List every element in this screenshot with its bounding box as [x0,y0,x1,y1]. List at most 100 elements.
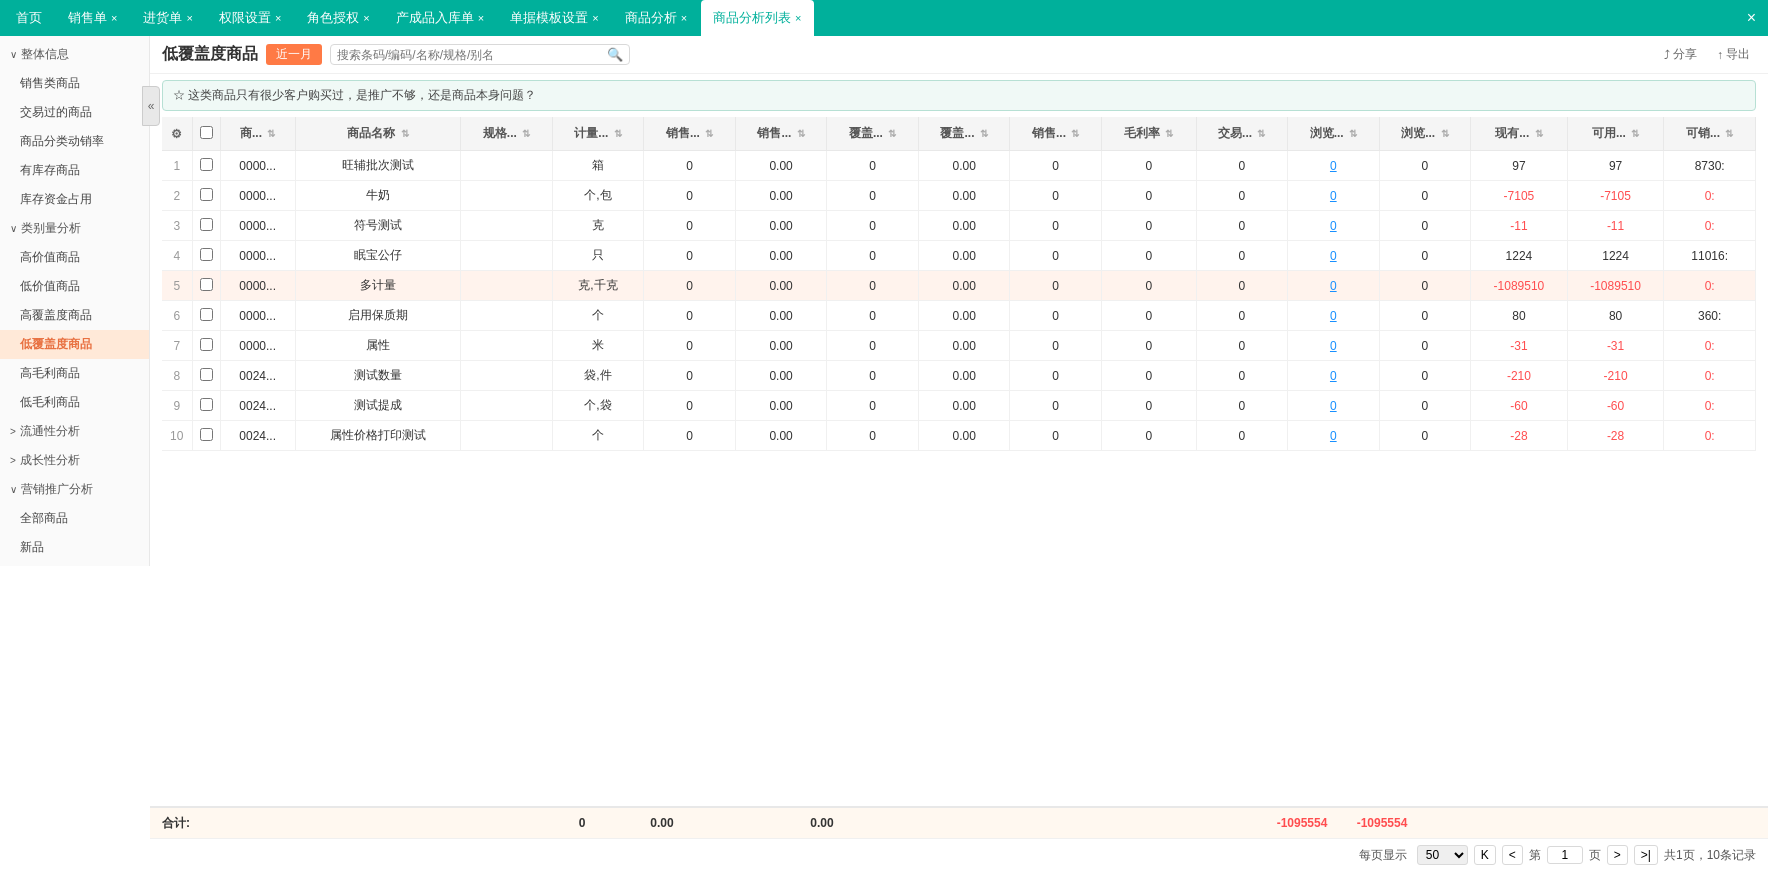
sidebar-item-low-value[interactable]: 低价值商品 [0,272,149,301]
sidebar-item-category-rate[interactable]: 商品分类动销率 [0,127,149,156]
col-sales-count[interactable]: 销售... ⇅ [644,117,736,151]
sidebar-collapse-btn[interactable]: « [142,86,160,126]
row-checkbox[interactable] [200,188,213,201]
nav-close-sales[interactable]: × [111,12,117,24]
select-all-checkbox[interactable] [200,126,213,139]
col-trade[interactable]: 交易... ⇅ [1196,117,1288,151]
cell-name: 符号测试 [295,211,460,241]
nav-permissions[interactable]: 权限设置 × [207,0,293,36]
share-btn[interactable]: ⤴ 分享 [1658,44,1703,65]
sidebar-item-sales-goods[interactable]: 销售类商品 [0,69,149,98]
row-checkbox[interactable] [200,308,213,321]
nav-products[interactable]: 产成品入库单 × [384,0,496,36]
nav-roles[interactable]: 角色授权 × [295,0,381,36]
cell-browse1[interactable]: 0 [1288,151,1380,181]
col-settings[interactable]: ⚙ [162,117,192,151]
col-spec[interactable]: 规格... ⇅ [461,117,553,151]
col-browse2[interactable]: 浏览... ⇅ [1379,117,1471,151]
cell-browse1[interactable]: 0 [1288,421,1380,451]
prev-page-btn[interactable]: < [1502,845,1523,865]
sidebar-item-high-margin[interactable]: 高毛利商品 [0,359,149,388]
last-page-btn[interactable]: >| [1634,845,1658,865]
col-gross-rate[interactable]: 毛利率 ⇅ [1101,117,1196,151]
main-layout: ∨ 整体信息 销售类商品 交易过的商品 商品分类动销率 有库存商品 库存资金占用… [0,36,1768,871]
cell-browse1[interactable]: 0 [1288,211,1380,241]
first-page-btn[interactable]: K [1474,845,1496,865]
cell-unit: 克 [552,211,644,241]
col-sellable[interactable]: 可销... ⇅ [1664,117,1756,151]
cell-browse1[interactable]: 0 [1288,361,1380,391]
nav-close-purchase[interactable]: × [186,12,192,24]
nav-close-permissions[interactable]: × [275,12,281,24]
cell-browse1[interactable]: 0 [1288,181,1380,211]
row-checkbox[interactable] [200,398,213,411]
col-name[interactable]: 商品名称 ⇅ [295,117,460,151]
filter-period-btn[interactable]: 近一月 [266,44,322,65]
cell-trade: 0 [1196,181,1288,211]
col-sales-amount[interactable]: 销售... ⇅ [735,117,827,151]
sidebar-section-category[interactable]: ∨ 类别量分析 [0,214,149,243]
cell-browse1[interactable]: 0 [1288,331,1380,361]
sidebar-section-marketing[interactable]: ∨ 营销推广分析 [0,475,149,504]
row-checkbox[interactable] [200,218,213,231]
nav-close-products[interactable]: × [478,12,484,24]
sidebar-item-high-coverage[interactable]: 高覆盖度商品 [0,301,149,330]
nav-product-analysis[interactable]: 商品分析 × [613,0,699,36]
col-sales3[interactable]: 销售... ⇅ [1010,117,1102,151]
sidebar-item-low-coverage[interactable]: 低覆盖度商品 [0,330,149,359]
sidebar-item-all-goods[interactable]: 全部商品 [0,504,149,533]
table-row: 7 0000... 属性 米 0 0.00 0 0.00 0 0 0 0 0 -… [162,331,1756,361]
nav-close-product-analysis-list[interactable]: × [795,12,801,24]
nav-home[interactable]: 首页 [4,0,54,36]
sidebar-item-in-stock[interactable]: 有库存商品 [0,156,149,185]
window-close-icon[interactable]: × [1739,9,1764,27]
cell-browse1[interactable]: 0 [1288,241,1380,271]
footer-sales-amount: 0.00 [622,814,702,832]
col-code[interactable]: 商... ⇅ [220,117,295,151]
row-checkbox[interactable] [200,368,213,381]
export-btn[interactable]: ↑ 导出 [1711,44,1756,65]
cell-browse1[interactable]: 0 [1288,271,1380,301]
row-checkbox[interactable] [200,278,213,291]
sidebar-item-traded-goods[interactable]: 交易过的商品 [0,98,149,127]
sidebar-item-high-value[interactable]: 高价值商品 [0,243,149,272]
sidebar-item-new-goods[interactable]: 新品 [0,533,149,562]
sidebar-item-inventory-funds[interactable]: 库存资金占用 [0,185,149,214]
sidebar-section-overall[interactable]: ∨ 整体信息 [0,40,149,69]
sidebar-section-liquidity[interactable]: > 流通性分析 [0,417,149,446]
cell-code: 0024... [220,421,295,451]
cell-browse1[interactable]: 0 [1288,391,1380,421]
cell-sellable: 0: [1664,211,1756,241]
sidebar-section-growth[interactable]: > 成长性分析 [0,446,149,475]
nav-sales[interactable]: 销售单 × [56,0,129,36]
col-cover1[interactable]: 覆盖... ⇅ [827,117,919,151]
col-browse1[interactable]: 浏览... ⇅ [1288,117,1380,151]
cell-browse2: 0 [1379,331,1471,361]
search-input[interactable] [337,48,603,62]
nav-close-product-analysis[interactable]: × [681,12,687,24]
cell-sales-count: 0 [644,391,736,421]
col-cover2[interactable]: 覆盖... ⇅ [918,117,1010,151]
row-checkbox[interactable] [200,338,213,351]
page-input[interactable] [1547,846,1583,864]
cell-sales3: 0 [1010,391,1102,421]
col-available[interactable]: 可用... ⇅ [1567,117,1664,151]
nav-templates[interactable]: 单据模板设置 × [498,0,610,36]
nav-product-analysis-list[interactable]: 商品分析列表 × [701,0,813,36]
next-page-btn[interactable]: > [1607,845,1628,865]
row-checkbox[interactable] [200,248,213,261]
nav-purchase[interactable]: 进货单 × [131,0,204,36]
arrow-icon-growth: > [10,455,16,466]
cell-sales-amount: 0.00 [735,211,827,241]
search-icon[interactable]: 🔍 [607,47,623,62]
nav-close-templates[interactable]: × [592,12,598,24]
row-checkbox[interactable] [200,158,213,171]
cell-browse1[interactable]: 0 [1288,301,1380,331]
cell-name: 多计量 [295,271,460,301]
col-current[interactable]: 现有... ⇅ [1471,117,1568,151]
sidebar-item-low-margin[interactable]: 低毛利商品 [0,388,149,417]
nav-close-roles[interactable]: × [363,12,369,24]
page-size-select[interactable]: 50 20 100 200 [1417,845,1468,865]
row-checkbox[interactable] [200,428,213,441]
col-unit[interactable]: 计量... ⇅ [552,117,644,151]
